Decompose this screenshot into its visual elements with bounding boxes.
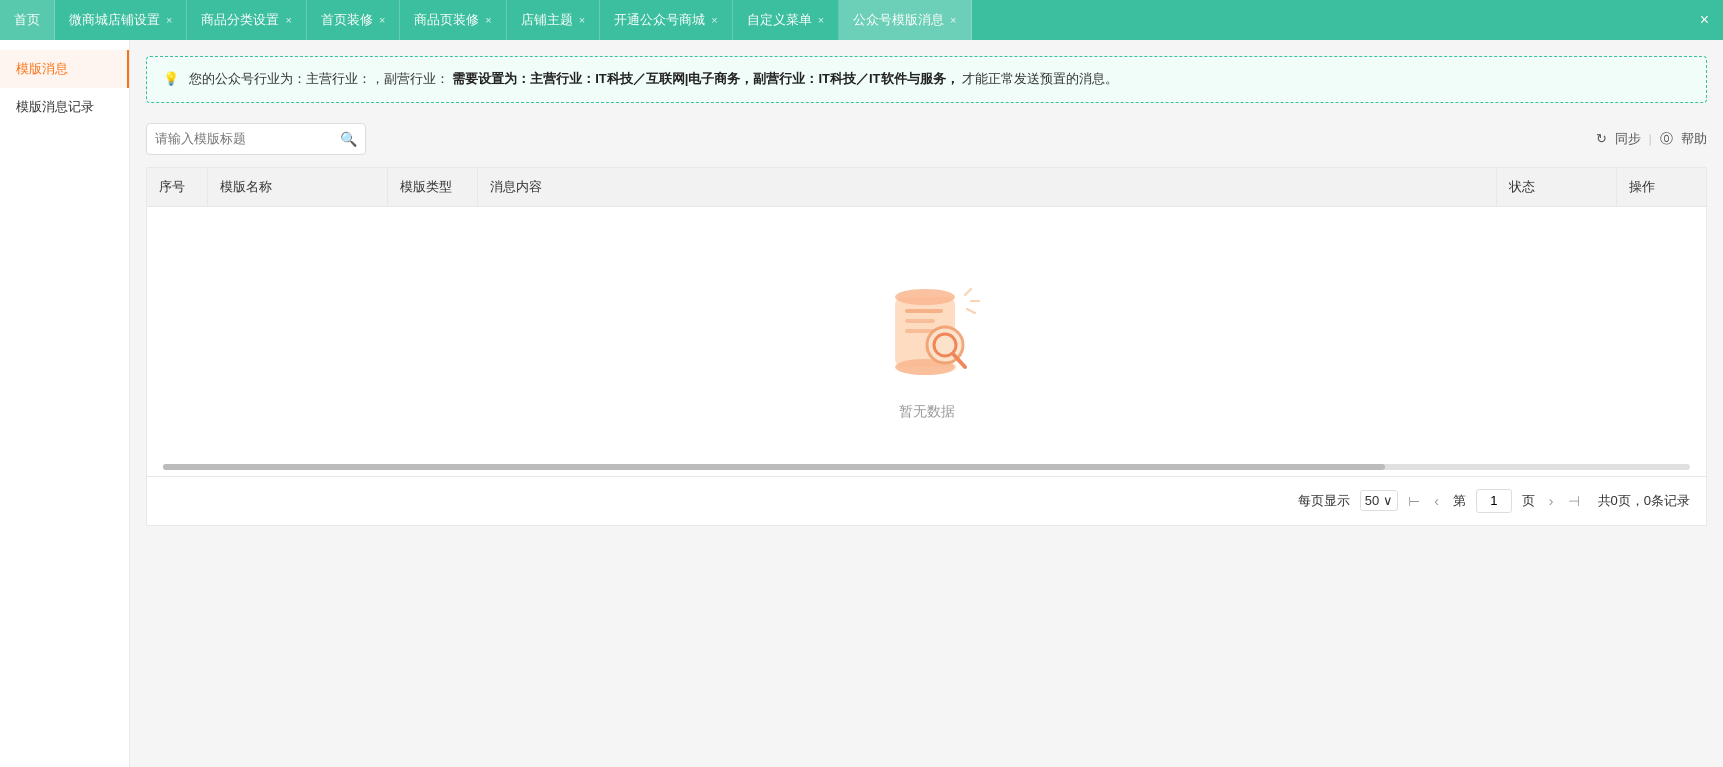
tab-home[interactable]: 首页 xyxy=(0,0,55,40)
table-header-row: 序号 模版名称 模版类型 消息内容 状态 xyxy=(147,168,1706,207)
page-size-dropdown-icon: ∨ xyxy=(1383,493,1393,508)
page-size-select[interactable]: 50 ∨ xyxy=(1360,490,1398,511)
empty-illustration xyxy=(867,267,987,387)
tab-product-decoration-label: 商品页装修 xyxy=(414,11,479,29)
notice-prefix: 您的公众号行业为：主营行业：，副营行业： xyxy=(189,71,449,86)
search-actions: ↻ 同步 | ⓪ 帮助 xyxy=(1596,130,1707,148)
tab-open-mall-label: 开通公众号商城 xyxy=(614,11,705,29)
notice-box: 💡 您的公众号行业为：主营行业：，副营行业： 需要设置为：主营行业：IT科技／互… xyxy=(146,56,1707,103)
sidebar-item-template-message-log-label: 模版消息记录 xyxy=(16,99,94,114)
divider: | xyxy=(1649,131,1652,146)
svg-point-2 xyxy=(895,289,955,305)
search-bar: 🔍 ↻ 同步 | ⓪ 帮助 xyxy=(146,123,1707,155)
sync-button[interactable]: 同步 xyxy=(1615,130,1641,148)
tab-custom-menu-label: 自定义菜单 xyxy=(747,11,812,29)
sidebar: 模版消息 模版消息记录 xyxy=(0,40,130,767)
sidebar-item-template-message[interactable]: 模版消息 xyxy=(0,50,129,88)
empty-icon xyxy=(867,267,987,387)
help-button[interactable]: 帮助 xyxy=(1681,130,1707,148)
page-input[interactable] xyxy=(1476,489,1512,513)
notice-suffix: 才能正常发送预置的消息。 xyxy=(962,71,1118,86)
page-unit: 页 xyxy=(1522,492,1535,510)
tab-template-msg-close[interactable]: × xyxy=(950,14,956,26)
scroll-bar-thumb[interactable] xyxy=(163,464,1385,470)
empty-text: 暂无数据 xyxy=(147,403,1706,421)
tab-home-decoration-close[interactable]: × xyxy=(379,14,385,26)
sidebar-item-template-message-log[interactable]: 模版消息记录 xyxy=(0,88,129,126)
tab-bar-close-all[interactable]: × xyxy=(1686,11,1723,29)
tab-micro-shop[interactable]: 微商城店铺设置 × xyxy=(55,0,187,40)
help-icon: ⓪ xyxy=(1660,130,1673,148)
tab-product-decoration-close[interactable]: × xyxy=(485,14,491,26)
tab-home-decoration-label: 首页装修 xyxy=(321,11,373,29)
tab-product-category-close[interactable]: × xyxy=(285,14,291,26)
page-size-label: 每页显示 xyxy=(1298,492,1350,510)
page-label: 第 xyxy=(1453,492,1466,510)
tab-shop-theme-label: 店铺主题 xyxy=(521,11,573,29)
page-size-value: 50 xyxy=(1365,493,1379,508)
svg-rect-4 xyxy=(905,309,943,313)
col-status: 状态 xyxy=(1496,168,1616,207)
tab-shop-theme[interactable]: 店铺主题 × xyxy=(507,0,600,40)
tab-product-decoration[interactable]: 商品页装修 × xyxy=(400,0,506,40)
tab-template-msg-label: 公众号模版消息 xyxy=(853,11,944,29)
tab-bar: 首页 微商城店铺设置 × 商品分类设置 × 首页装修 × 商品页装修 × 店铺主… xyxy=(0,0,1723,40)
table-container: 序号 模版名称 模版类型 消息内容 状态 xyxy=(146,167,1707,526)
page-prev-button[interactable]: ‹ xyxy=(1430,491,1443,511)
col-action: 操作 xyxy=(1616,168,1706,207)
search-input[interactable] xyxy=(155,131,340,146)
tab-product-category[interactable]: 商品分类设置 × xyxy=(187,0,306,40)
search-icon[interactable]: 🔍 xyxy=(340,131,357,147)
tab-template-msg[interactable]: 公众号模版消息 × xyxy=(839,0,971,40)
data-table: 序号 模版名称 模版类型 消息内容 状态 xyxy=(147,168,1706,461)
svg-rect-5 xyxy=(905,319,935,323)
page-first-button[interactable]: ⊢ xyxy=(1404,491,1424,511)
content-area: 💡 您的公众号行业为：主营行业：，副营行业： 需要设置为：主营行业：IT科技／互… xyxy=(130,40,1723,767)
tab-product-category-label: 商品分类设置 xyxy=(201,11,279,29)
col-type: 模版类型 xyxy=(387,168,477,207)
tab-open-mall-close[interactable]: × xyxy=(711,14,717,26)
col-index: 序号 xyxy=(147,168,207,207)
tab-micro-shop-close[interactable]: × xyxy=(166,14,172,26)
svg-line-12 xyxy=(967,309,975,313)
scroll-bar-track[interactable] xyxy=(163,464,1690,470)
page-next-button[interactable]: › xyxy=(1545,491,1558,511)
sidebar-item-template-message-label: 模版消息 xyxy=(16,61,68,76)
tab-custom-menu[interactable]: 自定义菜单 × xyxy=(733,0,839,40)
col-content: 消息内容 xyxy=(477,168,1496,207)
tab-home-decoration[interactable]: 首页装修 × xyxy=(307,0,400,40)
scroll-bar-area xyxy=(147,464,1706,476)
tab-micro-shop-label: 微商城店铺设置 xyxy=(69,11,160,29)
svg-line-10 xyxy=(965,289,971,295)
sync-icon: ↻ xyxy=(1596,131,1607,146)
tab-shop-theme-close[interactable]: × xyxy=(579,14,585,26)
empty-state: 暂无数据 xyxy=(147,207,1706,461)
page-last-button[interactable]: ⊣ xyxy=(1564,491,1584,511)
tab-custom-menu-close[interactable]: × xyxy=(818,14,824,26)
search-input-container: 🔍 xyxy=(146,123,366,155)
pagination: 每页显示 50 ∨ ⊢ ‹ 第 页 › ⊣ 共0页，0条记录 xyxy=(147,476,1706,525)
notice-icon: 💡 xyxy=(163,71,179,86)
main-layout: 模版消息 模版消息记录 💡 您的公众号行业为：主营行业：，副营行业： 需要设置为… xyxy=(0,40,1723,767)
col-name: 模版名称 xyxy=(207,168,387,207)
pagination-total: 共0页，0条记录 xyxy=(1598,492,1690,510)
tab-home-label: 首页 xyxy=(14,11,40,29)
notice-highlight: 需要设置为：主营行业：IT科技／互联网|电子商务，副营行业：IT科技／IT软件与… xyxy=(452,71,958,86)
tab-open-mall[interactable]: 开通公众号商城 × xyxy=(600,0,732,40)
